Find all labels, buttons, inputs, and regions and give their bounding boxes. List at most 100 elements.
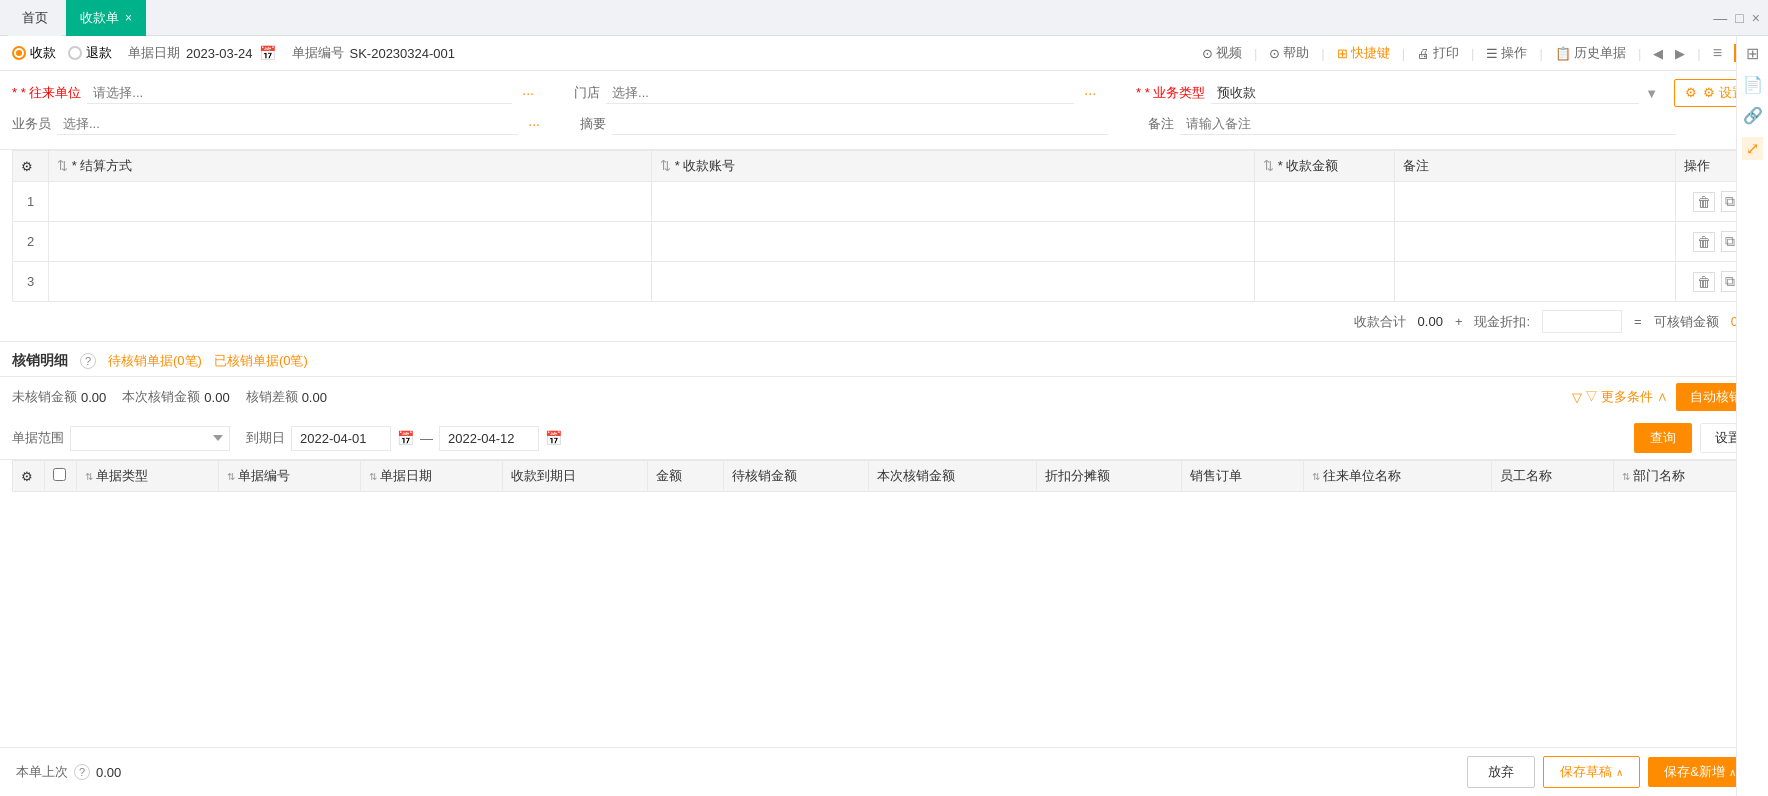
bottom-col-no[interactable]: ⇅ 单据编号 [219,461,361,492]
doc-date-field: 单据日期 2023-03-24 📅 [128,44,276,62]
remark-field: 备注 [1148,113,1676,135]
partner-more-icon[interactable]: ··· [522,85,534,101]
summary-input[interactable] [612,113,1108,135]
row-1-payment[interactable] [49,182,652,222]
print-btn[interactable]: 🖨 打印 [1417,44,1459,62]
tab-active-receipt[interactable]: 收款单 × [66,0,146,36]
row-2-account[interactable] [652,222,1255,262]
history-btn[interactable]: 📋 历史单据 [1555,44,1626,62]
current-label: 本次核销金额 [122,388,200,406]
main-content: 收款 退款 单据日期 2023-03-24 📅 单据编号 SK-20230324… [0,36,1768,796]
nav-next-btn[interactable]: ▶ [1675,46,1685,61]
remark-input[interactable] [1180,113,1676,135]
biz-type-dropdown-icon[interactable]: ▼ [1645,86,1658,101]
staff-more-icon[interactable]: ··· [528,116,540,132]
video-label: 视频 [1216,44,1242,62]
bottom-col-date[interactable]: ⇅ 单据日期 [361,461,503,492]
biz-required-star: * [1136,85,1145,100]
bottom-col-settings[interactable]: ⚙ [13,461,45,492]
row-1-account[interactable] [652,182,1255,222]
bottom-col-discount: 折扣分摊额 [1036,461,1181,492]
nav-prev-btn[interactable]: ◀ [1653,46,1663,61]
discard-button[interactable]: 放弃 [1467,756,1535,788]
radio-refund[interactable]: 退款 [68,44,112,62]
save-draft-button[interactable]: 保存草稿 ∧ [1543,756,1640,788]
list-view-icon[interactable]: ≡ [1713,44,1722,62]
col-payment-method: ⇅ * 结算方式 [49,151,652,182]
doc-no-field: 单据编号 SK-20230324-001 [292,44,456,62]
minimize-icon[interactable]: — [1713,10,1727,26]
partner-input[interactable] [87,82,512,104]
tab-home[interactable]: 首页 [8,0,62,36]
done-tab[interactable]: 已核销单据(0笔) [214,352,308,370]
sidebar-table-icon[interactable]: ⊞ [1746,44,1759,63]
shop-more-icon[interactable]: ··· [1084,85,1096,101]
hexiao-help-icon[interactable]: ? [80,353,96,369]
form-area: * * 往来单位 ··· 门店 ··· * * 业务类型 ▼ [0,71,1768,150]
doc-date-value: 2023-03-24 [186,46,253,61]
bottom-col-current: 本次核销金额 [869,461,1037,492]
date-to-cal-icon[interactable]: 📅 [545,430,562,446]
discount-input[interactable] [1542,310,1622,333]
bottom-col-dept[interactable]: ⇅ 部门名称 [1613,461,1755,492]
date-to-input[interactable] [439,426,539,451]
row-1-delete-icon[interactable]: 🗑 [1693,192,1715,212]
toolbar-right-actions: ⊙ 视频 | ⊙ 帮助 | ⊞ 快捷键 | 🖨 打印 | ☰ 操作 [1202,44,1756,62]
row-2-amount[interactable] [1255,222,1395,262]
bottom-col-partner[interactable]: ⇅ 往来单位名称 [1303,461,1491,492]
footer-help-icon[interactable]: ? [74,764,90,780]
row-3-remark[interactable] [1395,262,1676,302]
doc-date-cal-icon[interactable]: 📅 [259,45,276,61]
radio-refund-label: 退款 [86,44,112,62]
radio-receipt[interactable]: 收款 [12,44,56,62]
select-all-checkbox[interactable] [53,468,66,481]
row-1-amount[interactable] [1255,182,1395,222]
row-3-amount[interactable] [1255,262,1395,302]
radio-refund-dot [68,46,82,60]
bottom-col-check[interactable] [45,461,77,492]
more-conditions-btn[interactable]: ▽ ▽ 更多条件 ∧ [1572,388,1668,406]
filter-range-select[interactable] [70,426,230,451]
row-2-payment[interactable] [49,222,652,262]
staff-input[interactable] [57,113,518,135]
tab-close-icon[interactable]: × [125,11,132,25]
row-3-account[interactable] [652,262,1255,302]
help-label: 帮助 [1283,44,1309,62]
row-num-3: 3 [13,262,49,302]
help-btn[interactable]: ⊙ 帮助 [1269,44,1309,62]
row-3-delete-icon[interactable]: 🗑 [1693,272,1715,292]
help-icon: ⊙ [1269,46,1280,61]
page-footer: 本单上次 ? 0.00 放弃 保存草稿 ∧ 保存&新增 ∧ [0,747,1768,796]
form-row-2: 业务员 ··· 摘要 备注 [12,113,1756,135]
sidebar-expand-icon[interactable]: ⤢ [1742,137,1763,160]
date-from-cal-icon[interactable]: 📅 [397,430,414,446]
shop-label: 门店 [574,84,600,102]
biz-type-input[interactable] [1211,82,1639,104]
shortcut-btn[interactable]: ⊞ 快捷键 [1337,44,1390,62]
sidebar-doc-icon[interactable]: 📄 [1743,75,1763,94]
bottom-col-type[interactable]: ⇅ 单据类型 [77,461,219,492]
footer-current-value: 0.00 [96,765,121,780]
shop-input[interactable] [606,82,1074,104]
video-btn[interactable]: ⊙ 视频 [1202,44,1242,62]
maximize-icon[interactable]: □ [1735,10,1743,26]
row-2-delete-icon[interactable]: 🗑 [1693,232,1715,252]
table-col-settings[interactable]: ⚙ [13,151,49,182]
row-2-remark[interactable] [1395,222,1676,262]
current-value: 0.00 [204,390,229,405]
shortcut-icon: ⊞ [1337,46,1348,61]
remark-label: 备注 [1148,115,1174,133]
row-3-payment[interactable] [49,262,652,302]
query-button[interactable]: 查询 [1634,423,1692,453]
sidebar-attach-icon[interactable]: 🔗 [1743,106,1763,125]
pending-tab[interactable]: 待核销单据(0笔) [108,352,202,370]
date-from-input[interactable] [291,426,391,451]
footer-left: 本单上次 ? 0.00 [16,763,121,781]
doc-no-value: SK-20230324-001 [350,46,456,61]
close-icon[interactable]: × [1752,10,1760,26]
unchecked-value: 0.00 [81,390,106,405]
biz-type-field: * * 业务类型 ▼ [1136,82,1658,104]
row-1-remark[interactable] [1395,182,1676,222]
total-label: 收款合计 [1354,313,1406,331]
operation-btn[interactable]: ☰ 操作 [1486,44,1527,62]
